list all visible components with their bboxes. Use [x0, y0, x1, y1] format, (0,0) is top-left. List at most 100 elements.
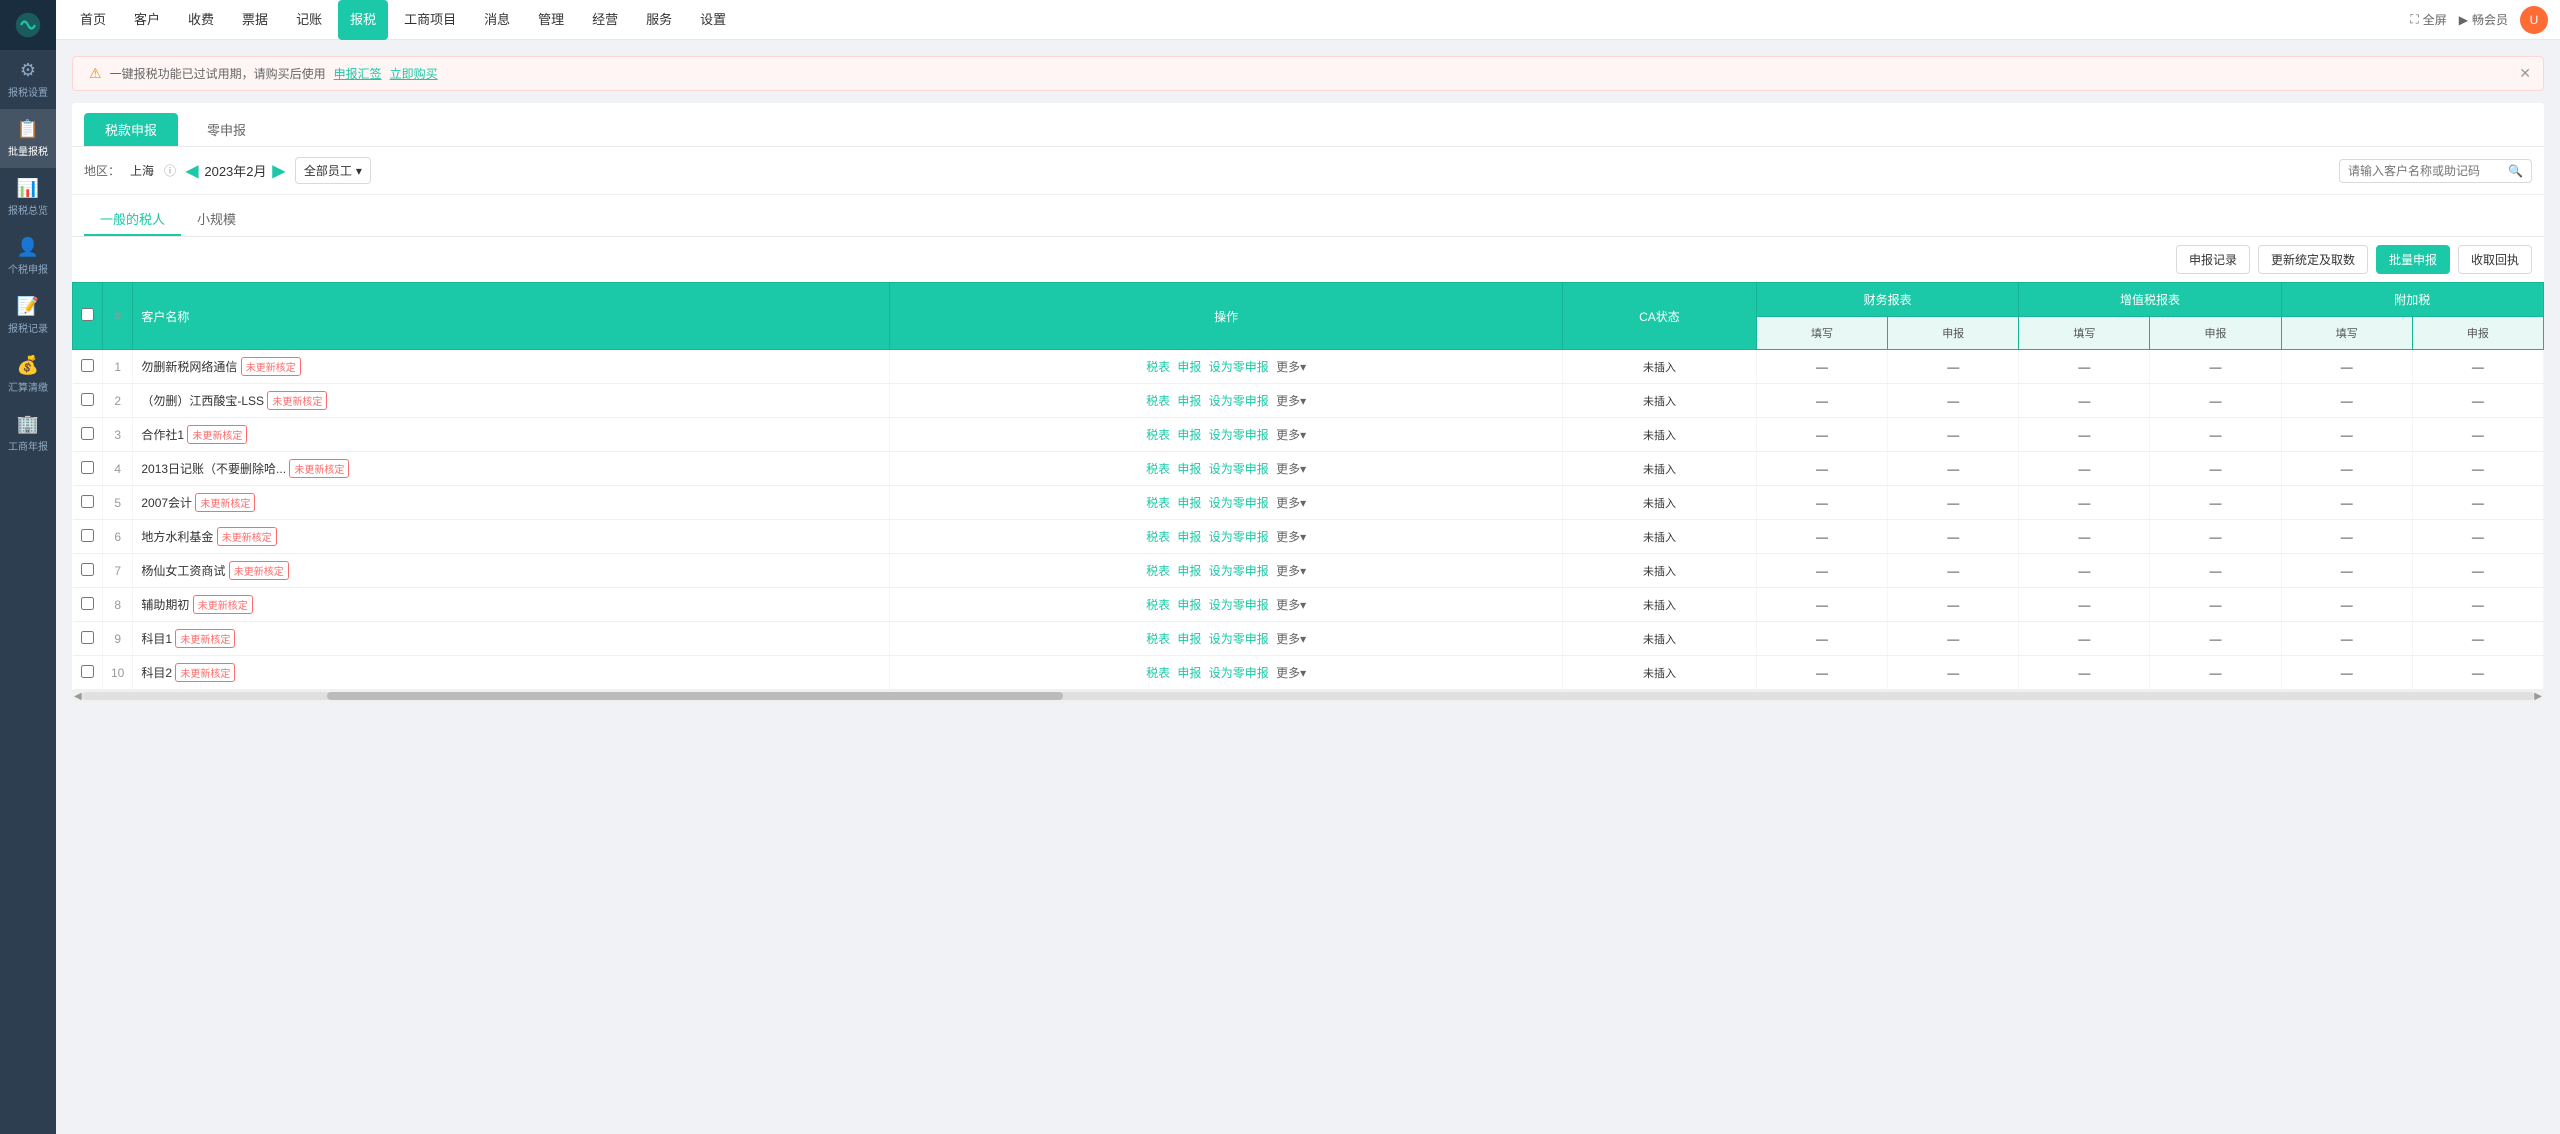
op-declare-button[interactable]: 申报: [1175, 426, 1203, 443]
nav-business[interactable]: 工商项目: [392, 0, 468, 40]
op-declare-button[interactable]: 申报: [1175, 392, 1203, 409]
prev-month-button[interactable]: ◀: [186, 161, 198, 181]
op-more-button[interactable]: 更多▾: [1274, 426, 1308, 443]
row-customer-name: 地方水利基金 未更新核定: [133, 520, 890, 554]
op-declare-button[interactable]: 申报: [1175, 562, 1203, 579]
nav-billing[interactable]: 收费: [176, 0, 226, 40]
op-declare-button[interactable]: 申报: [1175, 358, 1203, 375]
tab-zero-declare[interactable]: 零申报: [186, 113, 267, 146]
upgrade-button[interactable]: ▶ 畅会员: [2459, 11, 2508, 28]
op-set-zero-button[interactable]: 设为零申报: [1207, 392, 1271, 409]
row-checkbox[interactable]: [81, 597, 94, 610]
row-add-dec: —: [2412, 622, 2543, 656]
batch-declare-button[interactable]: 批量申报: [2376, 245, 2450, 274]
notice-link-buy[interactable]: 立即购买: [390, 65, 438, 82]
op-declare-button[interactable]: 申报: [1175, 596, 1203, 613]
op-tax-table-button[interactable]: 税表: [1144, 664, 1172, 681]
op-set-zero-button[interactable]: 设为零申报: [1207, 528, 1271, 545]
row-checkbox[interactable]: [81, 529, 94, 542]
row-ca-status: 未插入: [1562, 384, 1756, 418]
scroll-right-arrow[interactable]: ▶: [2534, 691, 2542, 702]
row-fin-dec: —: [1888, 350, 2019, 384]
op-declare-button[interactable]: 申报: [1175, 528, 1203, 545]
op-set-zero-button[interactable]: 设为零申报: [1207, 664, 1271, 681]
main-area: 首页 客户 收费 票据 记账 报税 工商项目 消息 管理 经营 服务 设置 ⛶ …: [56, 0, 2560, 1134]
row-checkbox[interactable]: [81, 665, 94, 678]
nav-home[interactable]: 首页: [68, 0, 118, 40]
op-more-button[interactable]: 更多▾: [1274, 494, 1308, 511]
op-tax-table-button[interactable]: 税表: [1144, 562, 1172, 579]
op-more-button[interactable]: 更多▾: [1274, 460, 1308, 477]
nav-customer[interactable]: 客户: [122, 0, 172, 40]
op-tax-table-button[interactable]: 税表: [1144, 460, 1172, 477]
op-tax-table-button[interactable]: 税表: [1144, 392, 1172, 409]
nav-management[interactable]: 管理: [526, 0, 576, 40]
scroll-left-arrow[interactable]: ◀: [74, 691, 82, 702]
row-checkbox[interactable]: [81, 563, 94, 576]
op-tax-table-button[interactable]: 税表: [1144, 358, 1172, 375]
op-declare-button[interactable]: 申报: [1175, 494, 1203, 511]
tab-tax-declare[interactable]: 税款申报: [84, 113, 178, 146]
row-checkbox[interactable]: [81, 631, 94, 644]
op-more-button[interactable]: 更多▾: [1274, 528, 1308, 545]
row-num: 8: [103, 588, 133, 622]
update-quota-button[interactable]: 更新统定及取数: [2258, 245, 2368, 274]
nav-bookkeeping[interactable]: 记账: [284, 0, 334, 40]
nav-message[interactable]: 消息: [472, 0, 522, 40]
row-customer-name: 2007会计 未更新核定: [133, 486, 890, 520]
user-avatar[interactable]: U: [2520, 6, 2548, 34]
tab-general-taxpayer[interactable]: 一般的税人: [84, 203, 181, 236]
tab-small-scale[interactable]: 小规模: [181, 203, 252, 236]
row-checkbox[interactable]: [81, 359, 94, 372]
notice-link-report[interactable]: 申报汇签: [334, 65, 382, 82]
fullscreen-button[interactable]: ⛶ 全屏: [2410, 11, 2446, 28]
search-icon[interactable]: 🔍: [2508, 164, 2523, 178]
op-set-zero-button[interactable]: 设为零申报: [1207, 460, 1271, 477]
notice-close-button[interactable]: ✕: [2519, 65, 2531, 82]
scroll-thumb[interactable]: [327, 692, 1063, 700]
op-set-zero-button[interactable]: 设为零申报: [1207, 426, 1271, 443]
select-all-checkbox[interactable]: [81, 308, 94, 321]
row-checkbox[interactable]: [81, 427, 94, 440]
nav-service[interactable]: 服务: [634, 0, 684, 40]
unverified-tag: 未更新核定: [175, 663, 235, 682]
op-tax-table-button[interactable]: 税表: [1144, 426, 1172, 443]
op-set-zero-button[interactable]: 设为零申报: [1207, 596, 1271, 613]
op-more-button[interactable]: 更多▾: [1274, 596, 1308, 613]
fullscreen-icon: ⛶: [2410, 12, 2418, 27]
op-more-button[interactable]: 更多▾: [1274, 358, 1308, 375]
op-more-button[interactable]: 更多▾: [1274, 630, 1308, 647]
row-checkbox[interactable]: [81, 495, 94, 508]
region-info-icon[interactable]: ⓘ: [164, 162, 176, 179]
staff-selector[interactable]: 全部员工 ▾: [295, 157, 371, 184]
op-tax-table-button[interactable]: 税表: [1144, 528, 1172, 545]
op-set-zero-button[interactable]: 设为零申报: [1207, 630, 1271, 647]
collect-receipt-button[interactable]: 收取回执: [2458, 245, 2532, 274]
nav-operations[interactable]: 经营: [580, 0, 630, 40]
op-tax-table-button[interactable]: 税表: [1144, 596, 1172, 613]
nav-invoice[interactable]: 票据: [230, 0, 280, 40]
row-fin-fill: —: [1756, 418, 1887, 452]
op-set-zero-button[interactable]: 设为零申报: [1207, 358, 1271, 375]
op-declare-button[interactable]: 申报: [1175, 630, 1203, 647]
next-month-button[interactable]: ▶: [273, 161, 285, 181]
op-declare-button[interactable]: 申报: [1175, 460, 1203, 477]
op-declare-button[interactable]: 申报: [1175, 664, 1203, 681]
op-more-button[interactable]: 更多▾: [1274, 562, 1308, 579]
op-more-button[interactable]: 更多▾: [1274, 664, 1308, 681]
row-checkbox[interactable]: [81, 461, 94, 474]
op-tax-table-button[interactable]: 税表: [1144, 494, 1172, 511]
op-set-zero-button[interactable]: 设为零申报: [1207, 562, 1271, 579]
op-more-button[interactable]: 更多▾: [1274, 392, 1308, 409]
row-checkbox[interactable]: [81, 393, 94, 406]
op-set-zero-button[interactable]: 设为零申报: [1207, 494, 1271, 511]
nav-settings[interactable]: 设置: [688, 0, 738, 40]
nav-tax[interactable]: 报税: [338, 0, 388, 40]
horizontal-scrollbar[interactable]: ◀ ▶: [72, 690, 2544, 702]
table-row: 9 科目1 未更新核定 税表 申报 设为零申报 更多▾ 未插入 — — — — …: [73, 622, 2544, 656]
search-input[interactable]: [2348, 164, 2508, 178]
taxpayer-type-tabs: 一般的税人 小规模: [72, 195, 2544, 237]
row-add-fill: —: [2281, 418, 2412, 452]
declare-record-button[interactable]: 申报记录: [2176, 245, 2250, 274]
op-tax-table-button[interactable]: 税表: [1144, 630, 1172, 647]
